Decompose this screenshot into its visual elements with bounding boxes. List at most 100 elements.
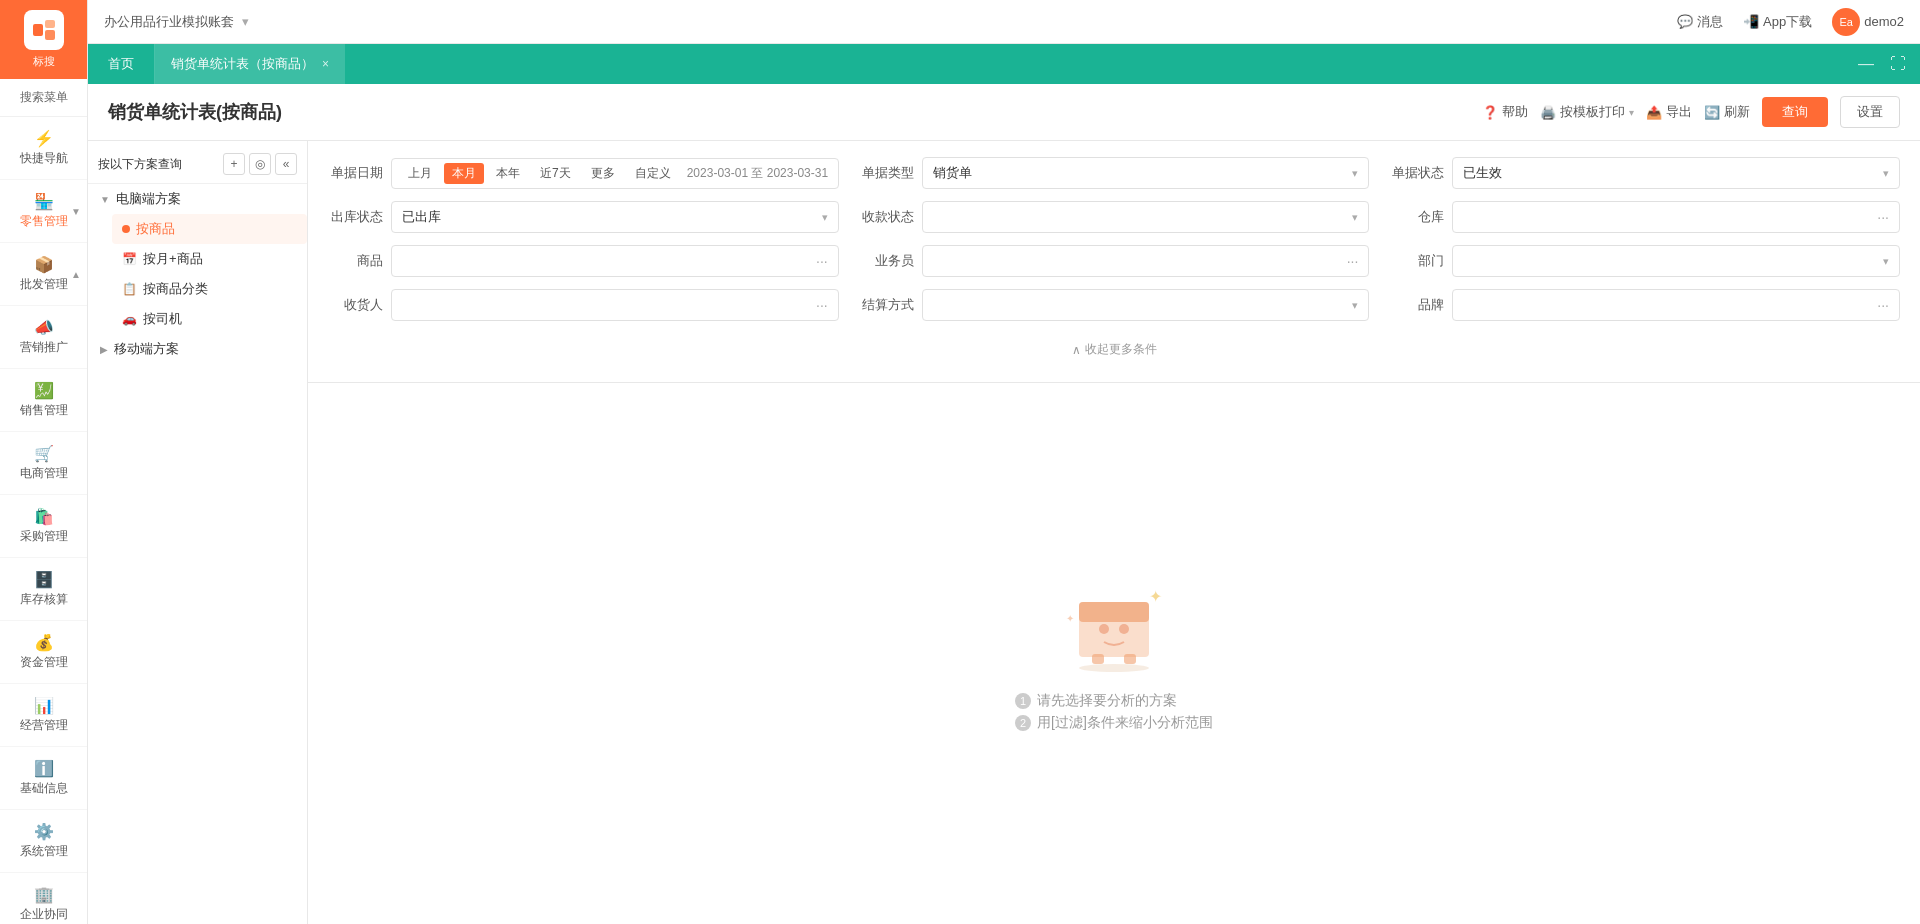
user-menu-button[interactable]: Ea demo2 — [1832, 8, 1904, 36]
sidebar-logo: 标搜 — [0, 0, 87, 79]
tree-item-category-label: 按商品分类 — [143, 280, 208, 298]
avatar: Ea — [1832, 8, 1860, 36]
quick-nav-label: 快捷导航 — [20, 150, 68, 167]
sidebar-item-marketing[interactable]: 📣 营销推广 — [0, 306, 87, 369]
svg-rect-4 — [1079, 602, 1149, 622]
print-button[interactable]: 🖨️ 按模板打印 ▾ — [1540, 103, 1634, 121]
date-label: 单据日期 — [328, 164, 383, 182]
search-menu-label[interactable]: 搜索菜单 — [20, 89, 68, 106]
sidebar-item-purchase[interactable]: 🛍️ 采购管理 — [0, 495, 87, 558]
type-dropdown-icon: ▾ — [1352, 167, 1358, 180]
warehouse-control[interactable]: ··· — [1452, 201, 1900, 233]
status-control[interactable]: 已生效 ▾ — [1452, 157, 1900, 189]
filter-goods-item: 商品 ··· — [328, 245, 839, 277]
sidebar-item-inventory[interactable]: 🗄️ 库存核算 — [0, 558, 87, 621]
date-btn-this-month[interactable]: 本月 — [444, 163, 484, 184]
industry-label: 办公用品行业模拟账套 — [104, 13, 234, 31]
retail-icon: 🏪 — [34, 192, 54, 211]
inventory-label: 库存核算 — [20, 591, 68, 608]
edit-scheme-button[interactable]: ◎ — [249, 153, 271, 175]
type-control[interactable]: 销货单 ▾ — [922, 157, 1370, 189]
tab-minimize-icon[interactable]: — — [1854, 51, 1878, 77]
date-btn-this-year[interactable]: 本年 — [488, 163, 528, 184]
sidebar-item-basic[interactable]: ℹ️ 基础信息 — [0, 747, 87, 810]
download-icon: 📲 — [1743, 14, 1759, 29]
sidebar-item-retail[interactable]: 🏪 零售管理 ▼ — [0, 180, 87, 243]
tree-item-by-goods[interactable]: 按商品 — [112, 214, 307, 244]
outbound-control[interactable]: 已出库 ▾ — [391, 201, 839, 233]
filter-date-item: 单据日期 上月 本月 本年 近7天 更多 自定义 2023-03-01 至 20… — [328, 158, 839, 189]
user-name-label: demo2 — [1864, 14, 1904, 29]
collapse-panel-button[interactable]: « — [275, 153, 297, 175]
refresh-button[interactable]: 🔄 刷新 — [1704, 103, 1750, 121]
tree-item-by-category[interactable]: 📋 按商品分类 — [112, 274, 307, 304]
brand-control[interactable]: ··· — [1452, 289, 1900, 321]
sidebar-item-wholesale[interactable]: 📦 批发管理 ▲ — [0, 243, 87, 306]
staff-label: 业务员 — [859, 252, 914, 270]
receiver-dots-icon[interactable]: ··· — [816, 297, 828, 313]
tab-home[interactable]: 首页 — [88, 44, 155, 84]
empty-state: ✦ ✦ 1 请先选择要分析的方案 2 用[过滤]条件来缩小分析范围 — [308, 383, 1920, 924]
filter-row-3: 商品 ··· 业务员 ··· — [328, 245, 1900, 277]
date-btn-more[interactable]: 更多 — [583, 163, 623, 184]
goods-control[interactable]: ··· — [391, 245, 839, 277]
tree-desktop-group[interactable]: ▼ 电脑端方案 — [88, 184, 307, 214]
main-area: 办公用品行业模拟账套 ▾ 💬 消息 📲 App下载 Ea demo2 首页 — [88, 0, 1920, 924]
sidebar-item-quick-nav[interactable]: ⚡ 快捷导航 — [0, 117, 87, 180]
settings-button[interactable]: 设置 — [1840, 96, 1900, 128]
tree-item-driver-label: 按司机 — [143, 310, 182, 328]
marketing-label: 营销推广 — [20, 339, 68, 356]
status-dropdown-icon: ▾ — [1883, 167, 1889, 180]
svg-point-9 — [1079, 664, 1149, 672]
goods-dots-icon[interactable]: ··· — [816, 253, 828, 269]
query-button[interactable]: 查询 — [1762, 97, 1828, 127]
tab-bar-actions: — ⛶ — [1854, 44, 1920, 84]
page-content: 销货单统计表(按商品) ❓ 帮助 🖨️ 按模板打印 ▾ 📤 导出 🔄 刷新 — [88, 84, 1920, 924]
receiver-control[interactable]: ··· — [391, 289, 839, 321]
sidebar-item-operations[interactable]: 📊 经营管理 — [0, 684, 87, 747]
filter-staff-item: 业务员 ··· — [859, 245, 1370, 277]
tree-item-month-goods-label: 按月+商品 — [143, 250, 203, 268]
tree-item-by-driver[interactable]: 🚗 按司机 — [112, 304, 307, 334]
tab-maximize-icon[interactable]: ⛶ — [1886, 51, 1910, 77]
tab-close-icon[interactable]: × — [322, 57, 329, 71]
sidebar-search[interactable]: 搜索菜单 — [0, 79, 87, 117]
ecommerce-icon: 🛒 — [34, 444, 54, 463]
svg-rect-0 — [33, 24, 43, 36]
sidebar-item-enterprise[interactable]: 🏢 企业协同 — [0, 873, 87, 924]
app-download-button[interactable]: 📲 App下载 — [1743, 13, 1812, 31]
inventory-icon: 🗄️ — [34, 570, 54, 589]
date-btn-custom[interactable]: 自定义 — [627, 163, 679, 184]
payment-control[interactable]: ▾ — [922, 201, 1370, 233]
sidebar-item-finance[interactable]: 💰 资金管理 — [0, 621, 87, 684]
warehouse-label: 仓库 — [1389, 208, 1444, 226]
settlement-control[interactable]: ▾ — [922, 289, 1370, 321]
staff-dots-icon[interactable]: ··· — [1347, 253, 1359, 269]
warehouse-dots-icon[interactable]: ··· — [1877, 209, 1889, 225]
status-value: 已生效 — [1463, 164, 1502, 182]
brand-dots-icon[interactable]: ··· — [1877, 297, 1889, 313]
export-button[interactable]: 📤 导出 — [1646, 103, 1692, 121]
sidebar-item-ecommerce[interactable]: 🛒 电商管理 — [0, 432, 87, 495]
date-btn-last-month[interactable]: 上月 — [400, 163, 440, 184]
right-panel: 单据日期 上月 本月 本年 近7天 更多 自定义 2023-03-01 至 20… — [308, 141, 1920, 924]
help-button[interactable]: ❓ 帮助 — [1482, 103, 1528, 121]
message-button[interactable]: 💬 消息 — [1677, 13, 1723, 31]
status-label: 单据状态 — [1389, 164, 1444, 182]
finance-label: 资金管理 — [20, 654, 68, 671]
tree-mobile-group[interactable]: ▶ 移动端方案 — [88, 334, 307, 364]
tree-item-by-month-goods[interactable]: 📅 按月+商品 — [112, 244, 307, 274]
add-scheme-button[interactable]: + — [223, 153, 245, 175]
staff-control[interactable]: ··· — [922, 245, 1370, 277]
outbound-value: 已出库 — [402, 208, 441, 226]
date-btn-7days[interactable]: 近7天 — [532, 163, 579, 184]
sidebar-item-sales[interactable]: 💹 销售管理 — [0, 369, 87, 432]
avatar-text: Ea — [1840, 16, 1853, 28]
dept-control[interactable]: ▾ — [1452, 245, 1900, 277]
tab-active[interactable]: 销货单统计表（按商品） × — [155, 44, 345, 84]
collapse-bar[interactable]: ∧ 收起更多条件 — [328, 333, 1900, 366]
svg-text:✦: ✦ — [1149, 588, 1162, 605]
filter-type-item: 单据类型 销货单 ▾ — [859, 157, 1370, 189]
sidebar-item-system[interactable]: ⚙️ 系统管理 — [0, 810, 87, 873]
tab-active-label: 销货单统计表（按商品） — [171, 55, 314, 73]
